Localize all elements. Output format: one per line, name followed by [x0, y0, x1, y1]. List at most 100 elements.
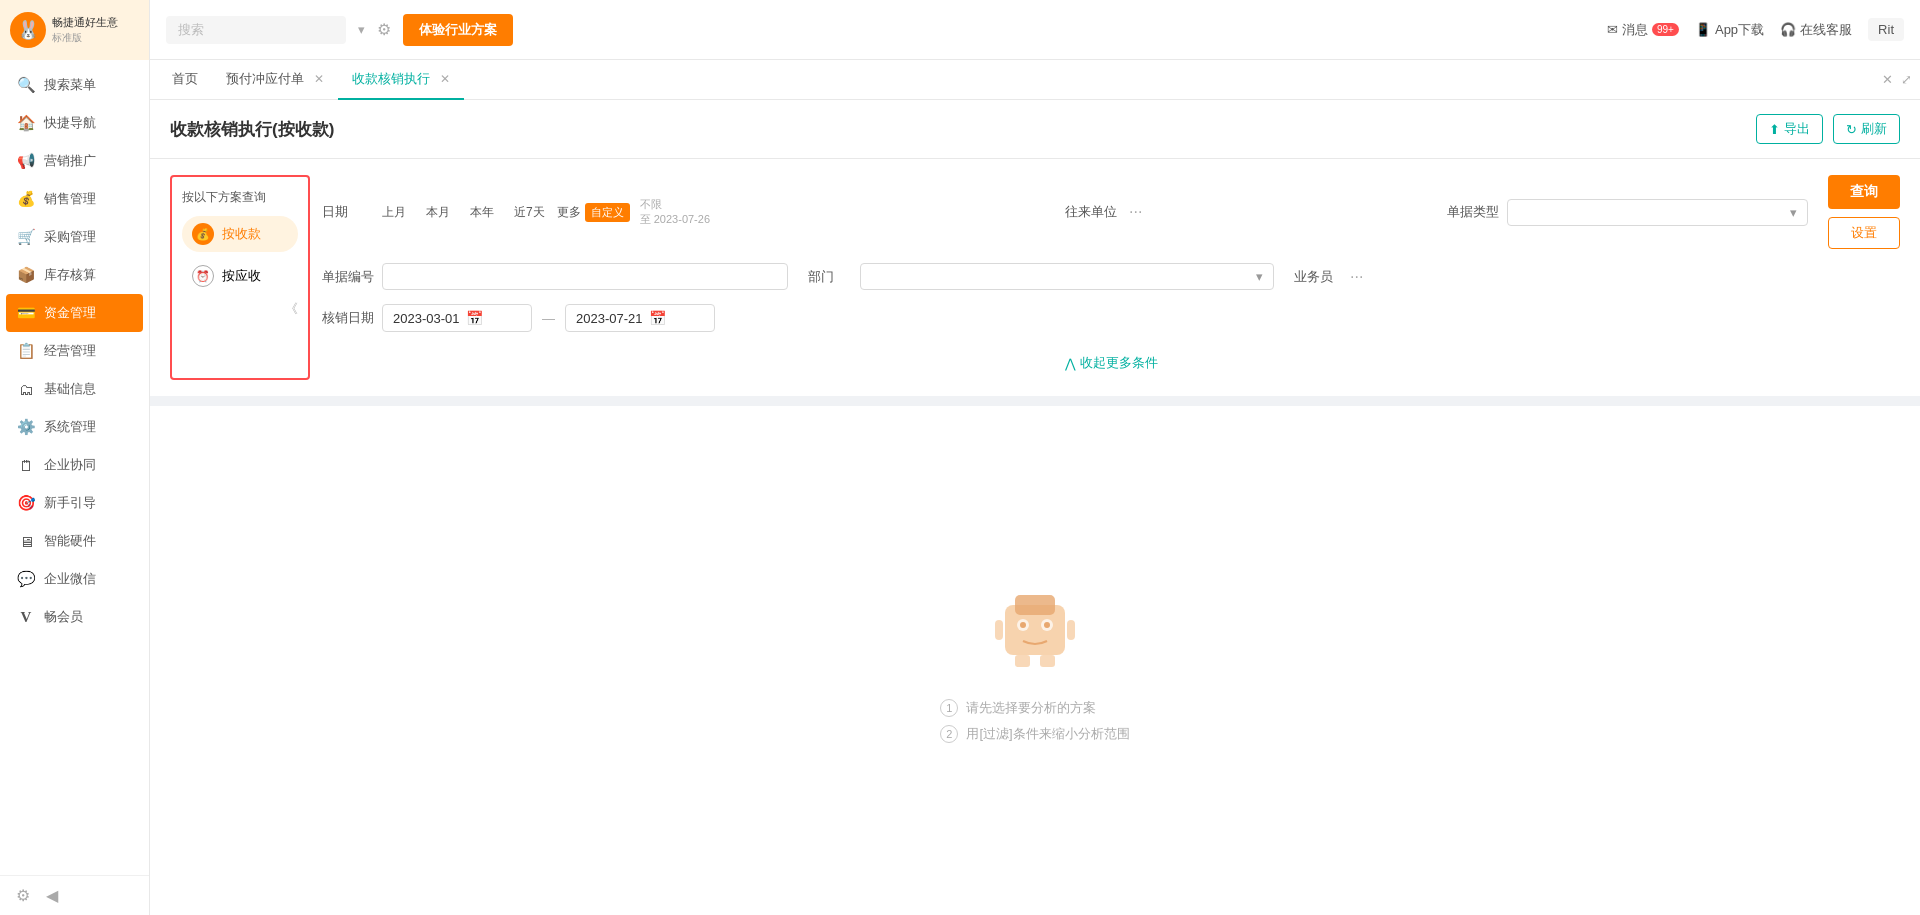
topbar-actions: ✉ 消息 99+ 📱 App下载 🎧 在线客服 Rit — [1607, 18, 1904, 41]
svg-point-5 — [1044, 622, 1050, 628]
operations-icon: 📋 — [16, 342, 36, 360]
username-display[interactable]: Rit — [1868, 18, 1904, 41]
department-filter: 部门 ▾ — [808, 263, 1274, 290]
svg-rect-8 — [1015, 655, 1030, 667]
calendar-start-icon[interactable]: 📅 — [466, 310, 483, 326]
sidebar-item-hardware[interactable]: 🖥 智能硬件 — [0, 522, 149, 560]
voucher-no-label: 单据编号 — [322, 268, 374, 286]
collection-icon: 💰 — [192, 223, 214, 245]
tab-home[interactable]: 首页 — [158, 60, 212, 100]
department-select[interactable]: ▾ — [860, 263, 1274, 290]
sidebar-item-quicknav[interactable]: 🏠 快捷导航 — [0, 104, 149, 142]
chevron-down-icon[interactable]: ▾ — [358, 22, 365, 37]
date-group: 上月 本月 本年 近7天 更多 自定义 不限 至 2023-07-26 — [374, 197, 1045, 227]
app-icon: 📱 — [1695, 22, 1711, 37]
service-action[interactable]: 🎧 在线客服 — [1780, 21, 1852, 39]
tab-close-all-icon[interactable]: ✕ — [1882, 72, 1893, 87]
collapse-query-panel[interactable]: 《 — [182, 300, 298, 318]
guide-icon: 🎯 — [16, 494, 36, 512]
voucher-no-input[interactable] — [382, 263, 788, 290]
date-more[interactable]: 更多 — [557, 204, 581, 221]
staff-select-btn[interactable]: ··· — [1346, 268, 1367, 286]
query-button[interactable]: 查询 — [1828, 175, 1900, 209]
sidebar-item-member[interactable]: V 畅会员 — [0, 598, 149, 636]
verification-date-row: 2023-03-01 📅 — 2023-07-21 📅 — [382, 304, 715, 332]
settings-icon[interactable]: ⚙ — [16, 886, 30, 905]
topbar-gear-icon[interactable]: ⚙ — [377, 20, 391, 39]
sidebar-item-guide[interactable]: 🎯 新手引导 — [0, 484, 149, 522]
sidebar-item-search[interactable]: 🔍 搜索菜单 — [0, 66, 149, 104]
refresh-button[interactable]: ↻ 刷新 — [1833, 114, 1900, 144]
app-download-action[interactable]: 📱 App下载 — [1695, 21, 1764, 39]
v-date-end-value: 2023-07-21 — [576, 311, 643, 326]
sidebar-item-inventory[interactable]: 📦 库存核算 — [0, 256, 149, 294]
settings-button[interactable]: 设置 — [1828, 217, 1900, 249]
collapse-more-row[interactable]: ⋀ 收起更多条件 — [322, 346, 1900, 380]
sidebar-item-finance[interactable]: 💳 资金管理 — [6, 294, 143, 332]
counterparty-select-btn[interactable]: ··· — [1125, 203, 1146, 221]
shortcut-this-month[interactable]: 本月 — [418, 202, 458, 223]
hint-num-2: 2 — [940, 725, 958, 743]
sidebar-item-basic-info[interactable]: 🗂 基础信息 — [0, 370, 149, 408]
sidebar-item-operations[interactable]: 📋 经营管理 — [0, 332, 149, 370]
query-option-by-receivable[interactable]: ⏰ 按应收 — [182, 258, 298, 294]
empty-state: 1 请先选择要分析的方案 2 用[过滤]条件来缩小分析范围 — [150, 406, 1920, 915]
collapse-sidebar-icon[interactable]: ◀ — [46, 886, 58, 905]
svg-rect-7 — [1067, 620, 1075, 640]
sidebar-item-collab[interactable]: 🗒 企业协同 — [0, 446, 149, 484]
voucher-type-select[interactable]: ▾ — [1507, 199, 1809, 226]
message-action[interactable]: ✉ 消息 99+ — [1607, 21, 1679, 39]
service-icon: 🎧 — [1780, 22, 1796, 37]
hint-num-1: 1 — [940, 699, 958, 717]
inventory-icon: 📦 — [16, 266, 36, 284]
tab-collection[interactable]: 收款核销执行 ✕ — [338, 60, 464, 100]
verification-date-start[interactable]: 2023-03-01 📅 — [382, 304, 532, 332]
chevron-down-dept-icon: ▾ — [1256, 269, 1263, 284]
filter-fields: 日期 上月 本月 本年 近7天 更多 自定义 不限 — [322, 175, 1900, 380]
calendar-end-icon[interactable]: 📅 — [649, 310, 666, 326]
tab-close-collection[interactable]: ✕ — [440, 72, 450, 86]
sidebar-item-wechat[interactable]: 💬 企业微信 — [0, 560, 149, 598]
sales-icon: 💰 — [16, 190, 36, 208]
query-option-by-collection[interactable]: 💰 按收款 — [182, 216, 298, 252]
tab-prepay[interactable]: 预付冲应付单 ✕ — [212, 60, 338, 100]
collapse-up-icon: ⋀ — [1065, 356, 1076, 371]
export-button[interactable]: ⬆ 导出 — [1756, 114, 1823, 144]
tab-expand-icon[interactable]: ⤢ — [1901, 72, 1912, 87]
logo-text: 畅捷通好生意 — [52, 15, 118, 30]
svg-rect-9 — [1040, 655, 1055, 667]
v-date-start-value: 2023-03-01 — [393, 311, 460, 326]
solution-button[interactable]: 体验行业方案 — [403, 14, 513, 46]
wechat-icon: 💬 — [16, 570, 36, 588]
shortcut-last-month[interactable]: 上月 — [374, 202, 414, 223]
finance-icon: 💳 — [16, 304, 36, 322]
filter-row-2: 单据编号 部门 ▾ 业务员 ··· — [322, 263, 1900, 290]
collapse-more-label: 收起更多条件 — [1080, 354, 1158, 372]
logo-sub: 标准版 — [52, 31, 118, 45]
counterparty-filter: 往来单位 ··· — [1065, 203, 1427, 221]
main-area: 搜索 ▾ ⚙ 体验行业方案 ✉ 消息 99+ 📱 App下载 🎧 在线客服 Ri… — [150, 0, 1920, 915]
purchase-icon: 🛒 — [16, 228, 36, 246]
staff-filter: 业务员 ··· — [1294, 268, 1760, 286]
refresh-icon: ↻ — [1846, 122, 1857, 137]
filter-area: 按以下方案查询 💰 按收款 ⏰ 按应收 《 日期 — [150, 159, 1920, 396]
verification-date-end[interactable]: 2023-07-21 📅 — [565, 304, 715, 332]
query-panel-title: 按以下方案查询 — [182, 189, 298, 206]
content-area: 收款核销执行(按收款) ⬆ 导出 ↻ 刷新 按以下方案查询 💰 按收款 — [150, 100, 1920, 915]
topbar-search[interactable]: 搜索 — [166, 16, 346, 44]
app-logo: 🐰 畅捷通好生意 标准版 — [0, 0, 149, 60]
staff-label: 业务员 — [1294, 268, 1338, 286]
marketing-icon: 📢 — [16, 152, 36, 170]
sidebar-bottom: ⚙ ◀ — [0, 875, 149, 915]
sidebar-item-system[interactable]: ⚙️ 系统管理 — [0, 408, 149, 446]
tab-close-prepay[interactable]: ✕ — [314, 72, 324, 86]
shortcut-7days[interactable]: 近7天 — [506, 202, 553, 223]
shortcut-custom[interactable]: 自定义 — [585, 203, 630, 222]
sidebar-item-purchase[interactable]: 🛒 采购管理 — [0, 218, 149, 256]
sidebar-item-marketing[interactable]: 📢 营销推广 — [0, 142, 149, 180]
logo-icon: 🐰 — [10, 12, 46, 48]
sidebar-item-sales[interactable]: 💰 销售管理 — [0, 180, 149, 218]
shortcut-this-year[interactable]: 本年 — [462, 202, 502, 223]
hint-1: 1 请先选择要分析的方案 — [940, 695, 1129, 721]
voucher-type-label: 单据类型 — [1447, 203, 1499, 221]
